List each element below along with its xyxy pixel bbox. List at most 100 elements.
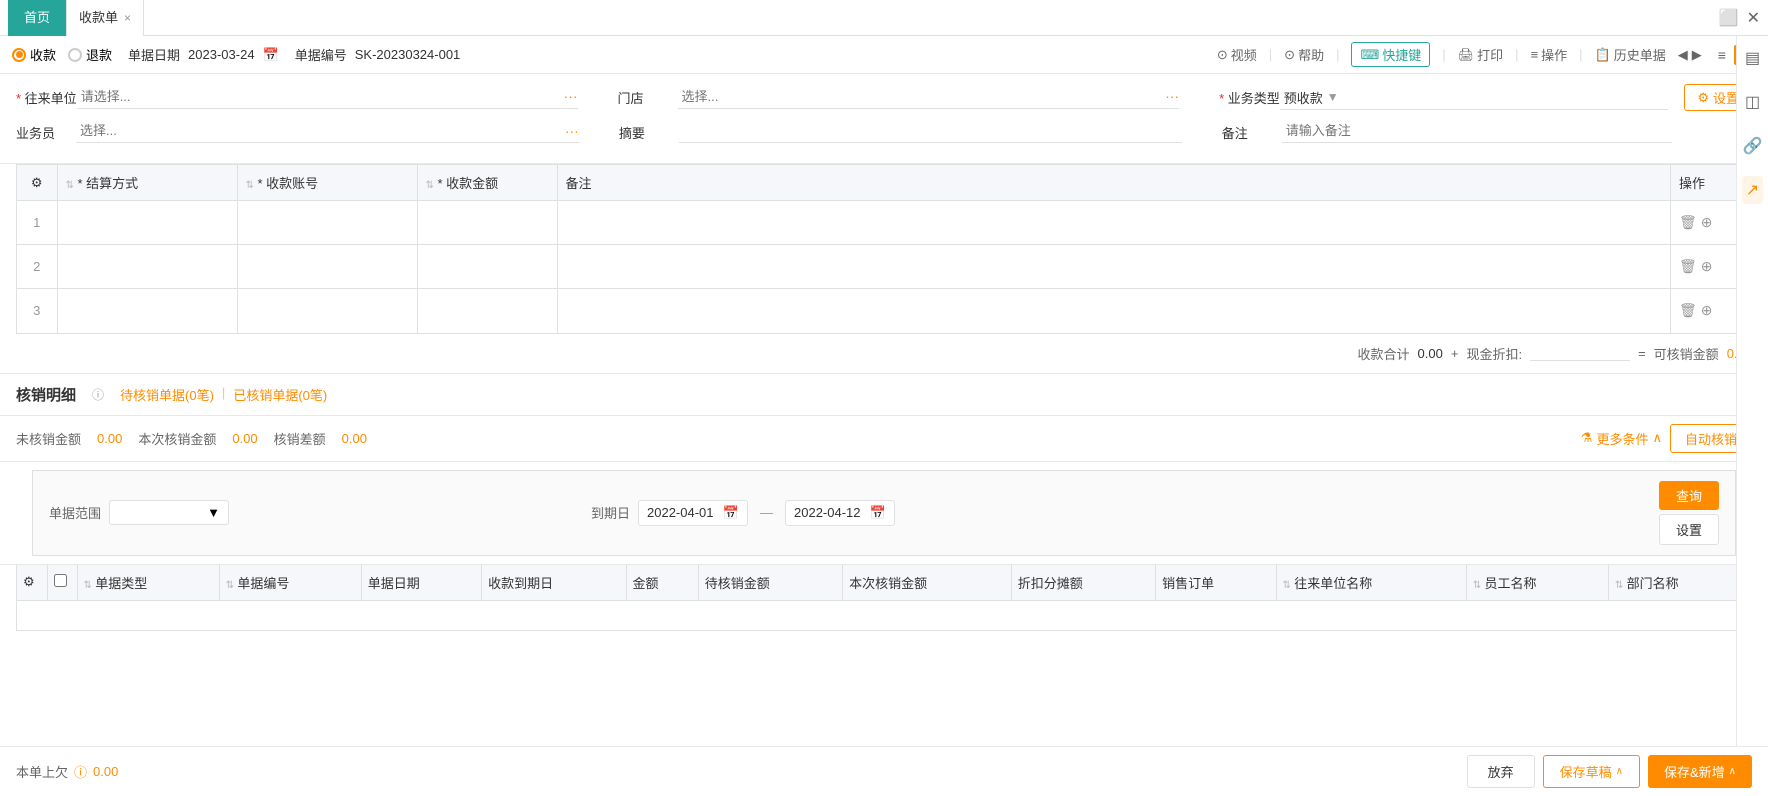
writeoff-info-icon[interactable]: ⓘ <box>92 386 104 403</box>
calendar-icon[interactable]: 📅 <box>263 47 279 63</box>
sort-doc-type[interactable]: ⇅ <box>84 580 92 591</box>
help-btn[interactable]: ⊙ 帮助 <box>1284 45 1324 64</box>
save-new-button[interactable]: 保存&新增 ∧ <box>1648 755 1752 788</box>
row-1-delete-icon[interactable]: 🗑 <box>1679 214 1697 231</box>
due-date-label: 到期日 <box>591 503 630 522</box>
row-1-amount[interactable] <box>417 201 557 245</box>
counterparty-label: 往来单位 <box>16 88 77 107</box>
close-window-icon[interactable]: ✕ <box>1747 8 1760 28</box>
row-3-copy-icon[interactable]: ⊕ <box>1701 302 1713 319</box>
right-panel-icon-3[interactable]: 🔗 <box>1739 132 1767 160</box>
th-doc-date-label: 单据日期 <box>368 576 420 591</box>
row-1-settlement[interactable] <box>57 201 237 245</box>
row-num-1: 1 <box>17 201 57 245</box>
th-dept-label: 部门名称 <box>1627 576 1679 591</box>
row-1-account[interactable] <box>237 201 417 245</box>
sort-settlement-icon[interactable]: ⇅ <box>66 180 74 191</box>
bottom-table: ⚙ ⇅ 单据类型 ⇅ 单据编号 单据日期 <box>17 565 1751 631</box>
right-panel-icon-4[interactable]: ↗ <box>1742 176 1763 204</box>
data-table-section: ⚙ ⇅ * 结算方式 ⇅ * 收款账号 ⇅ * 收款金额 <box>16 164 1752 334</box>
row-2-remarks[interactable] <box>557 245 1671 289</box>
sort-employee[interactable]: ⇅ <box>1473 580 1481 591</box>
query-button[interactable]: 查询 <box>1659 481 1719 510</box>
summary-field: 摘要 <box>619 121 1182 143</box>
doc-range-field: 单据范围 ▼ <box>49 500 575 525</box>
sort-counterparty[interactable]: ⇅ <box>1283 580 1291 591</box>
tab-done[interactable]: 已核销单据(0笔) <box>233 385 327 404</box>
radio-receipt[interactable]: 收款 <box>12 45 56 64</box>
more-conditions-btn[interactable]: ⚗ 更多条件 ∧ <box>1581 429 1662 448</box>
th-settings-bottom[interactable]: ⚙ <box>17 565 47 601</box>
row-3-delete-icon[interactable]: 🗑 <box>1679 302 1697 319</box>
row-3-amount[interactable] <box>417 289 557 333</box>
salesman-input[interactable] <box>76 121 561 140</box>
video-btn[interactable]: ⊙ 视频 <box>1217 45 1257 64</box>
discount-input[interactable] <box>1530 345 1630 361</box>
date-to-input[interactable]: 2022-04-12 📅 <box>785 500 895 526</box>
right-panel-icon-1[interactable]: ▤ <box>1741 44 1764 72</box>
business-type-label: 业务类型 <box>1219 88 1280 107</box>
shortcut-btn[interactable]: ⌨ 快捷键 <box>1351 42 1430 67</box>
operation-btn[interactable]: ≡ 操作 <box>1531 45 1568 64</box>
plus-sign: + <box>1451 346 1459 361</box>
store-input[interactable] <box>678 87 1162 106</box>
counterparty-more-icon[interactable]: ··· <box>564 88 578 104</box>
th-dept: ⇅ 部门名称 <box>1608 565 1750 601</box>
help-label: 帮助 <box>1298 45 1324 64</box>
nav-prev[interactable]: ◀ <box>1678 47 1688 63</box>
data-table: ⚙ ⇅ * 结算方式 ⇅ * 收款账号 ⇅ * 收款金额 <box>17 165 1751 333</box>
writeoff-tabs: 待核销单据(0笔) | 已核销单据(0笔) <box>120 385 327 404</box>
store-more-icon[interactable]: ··· <box>1165 88 1179 104</box>
doc-date-value: 2023-03-24 <box>188 47 255 62</box>
sort-doc-num[interactable]: ⇅ <box>226 580 234 591</box>
table-settings-icon: ⚙ <box>31 175 43 190</box>
remarks-input[interactable] <box>1282 121 1672 140</box>
business-type-select[interactable]: 预收款 ▼ <box>1280 86 1669 110</box>
doc-range-dropdown-icon: ▼ <box>207 505 220 520</box>
footer-info-icon[interactable]: ⓘ <box>74 762 87 781</box>
row-2-copy-icon[interactable]: ⊕ <box>1701 258 1713 275</box>
list-view-icon[interactable]: ≡ <box>1714 45 1730 65</box>
history-btn[interactable]: 📋 历史单据 <box>1595 45 1666 64</box>
salesman-input-wrap: ··· <box>76 121 579 143</box>
radio-refund-circle <box>68 48 82 62</box>
row-3-account[interactable] <box>237 289 417 333</box>
print-btn[interactable]: 🖨 打印 <box>1458 45 1504 64</box>
row-3-settlement[interactable] <box>57 289 237 333</box>
counterparty-input[interactable] <box>77 87 560 106</box>
tab-home[interactable]: 首页 <box>8 0 66 36</box>
tab-close-icon[interactable]: × <box>124 0 131 36</box>
row-2-account[interactable] <box>237 245 417 289</box>
table-row: 1 🗑 ⊕ <box>17 201 1751 245</box>
row-2-settlement[interactable] <box>57 245 237 289</box>
nav-next[interactable]: ▶ <box>1692 47 1702 63</box>
sort-dept[interactable]: ⇅ <box>1615 580 1623 591</box>
row-3-remarks[interactable] <box>557 289 1671 333</box>
query-form: 单据范围 ▼ 到期日 2022-04-01 📅 — 2022-04-12 📅 <box>32 470 1736 556</box>
date-from-input[interactable]: 2022-04-01 📅 <box>638 500 748 526</box>
form-section: 往来单位 ··· 门店 ··· 业务类型 预收款 <box>0 74 1768 164</box>
row-1-copy-icon[interactable]: ⊕ <box>1701 214 1713 231</box>
select-all-checkbox[interactable] <box>54 574 67 587</box>
sort-account-icon[interactable]: ⇅ <box>246 180 254 191</box>
radio-refund[interactable]: 退款 <box>68 45 112 64</box>
th-settings[interactable]: ⚙ <box>17 165 57 201</box>
query-settings-button[interactable]: 设置 <box>1659 514 1719 545</box>
footer-value: 0.00 <box>93 764 118 779</box>
save-draft-button[interactable]: 保存草稿 ∧ <box>1543 755 1640 788</box>
summary-input[interactable] <box>679 121 1182 140</box>
abandon-button[interactable]: 放弃 <box>1467 755 1535 788</box>
row-2-delete-icon[interactable]: 🗑 <box>1679 258 1697 275</box>
radio-receipt-circle <box>12 48 26 62</box>
row-1-remarks[interactable] <box>557 201 1671 245</box>
maximize-icon[interactable]: ⬜ <box>1719 8 1739 28</box>
doc-range-select[interactable]: ▼ <box>109 500 229 525</box>
right-panel: ▤ ◫ 🔗 ↗ <box>1736 36 1768 796</box>
tab-active[interactable]: 收款单 × <box>66 0 144 36</box>
row-2-amount[interactable] <box>417 245 557 289</box>
counterparty-input-wrap: ··· <box>77 87 578 109</box>
salesman-more-icon[interactable]: ··· <box>565 123 579 139</box>
right-panel-icon-2[interactable]: ◫ <box>1741 88 1764 116</box>
sort-amount-icon[interactable]: ⇅ <box>426 180 434 191</box>
tab-pending[interactable]: 待核销单据(0笔) <box>120 385 214 404</box>
